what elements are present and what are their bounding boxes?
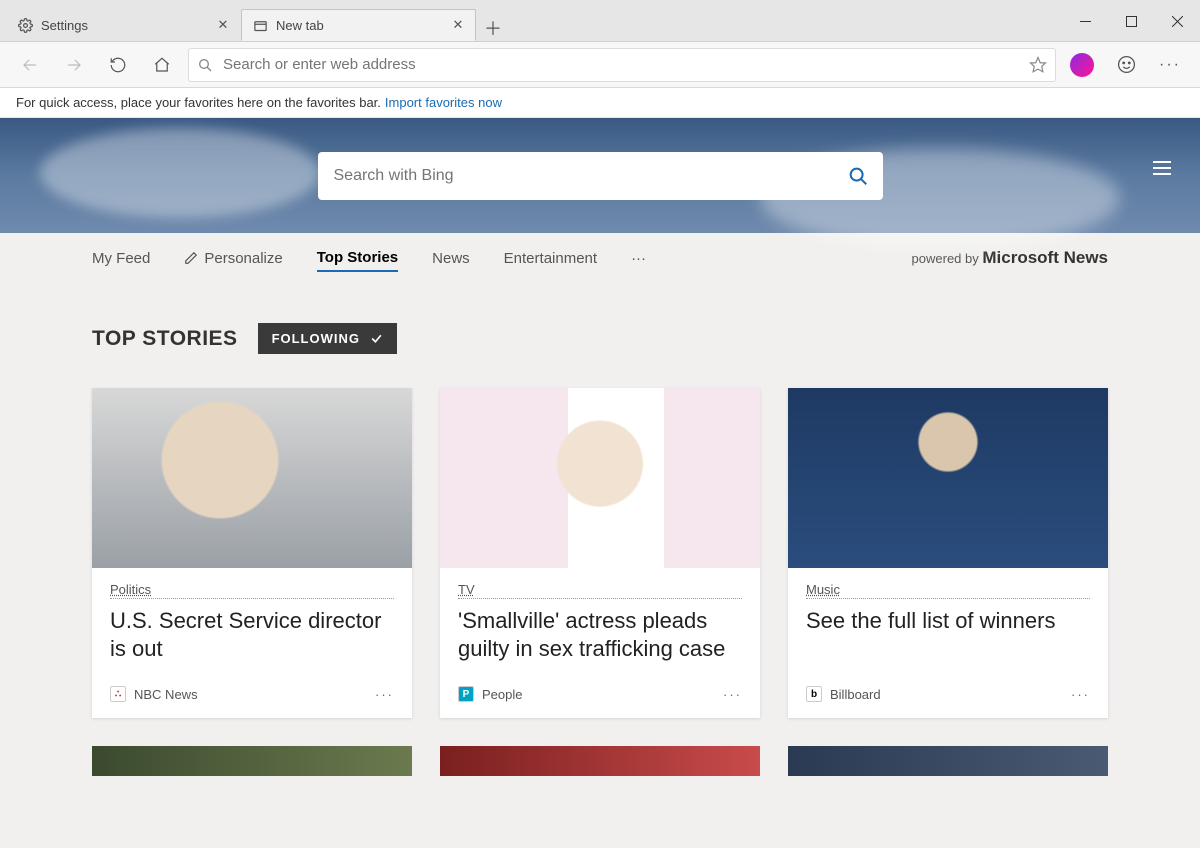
card-category[interactable]: Politics	[110, 582, 394, 599]
window-controls	[1062, 0, 1200, 41]
check-icon	[370, 332, 383, 345]
hero-menu-button[interactable]	[1150, 156, 1174, 180]
home-button[interactable]	[144, 47, 180, 83]
import-favorites-link[interactable]: Import favorites now	[385, 95, 502, 110]
card-more-button[interactable]: ···	[723, 687, 742, 702]
card-title: U.S. Secret Service director is out	[110, 607, 394, 662]
card-source: People	[482, 687, 522, 702]
card-more-button[interactable]: ···	[375, 687, 394, 702]
close-icon[interactable]: ✕	[451, 17, 465, 33]
tab-label: New tab	[276, 18, 324, 33]
nav-more[interactable]: ···	[631, 246, 646, 271]
story-card[interactable]: Politics U.S. Secret Service director is…	[92, 388, 412, 718]
maximize-button[interactable]	[1108, 0, 1154, 42]
card-more-button[interactable]: ···	[1071, 687, 1090, 702]
nav-news[interactable]: News	[432, 246, 470, 271]
nav-entertainment[interactable]: Entertainment	[504, 246, 597, 271]
following-button[interactable]: FOLLOWING	[258, 323, 397, 354]
card-peek[interactable]	[440, 746, 760, 776]
profile-button[interactable]	[1064, 47, 1100, 83]
card-source: NBC News	[134, 687, 198, 702]
card-category[interactable]: Music	[806, 582, 1090, 599]
favorites-hint-text: For quick access, place your favorites h…	[16, 95, 381, 110]
next-row-peek	[92, 746, 1108, 776]
avatar	[1070, 53, 1094, 77]
newtab-favicon	[252, 17, 268, 33]
favorites-bar-hint: For quick access, place your favorites h…	[0, 88, 1200, 118]
search-icon	[197, 57, 213, 73]
new-tab-button[interactable]: ＋	[476, 15, 510, 41]
favorite-star-icon[interactable]	[1029, 56, 1047, 74]
story-card[interactable]: Music See the full list of winners b Bil…	[788, 388, 1108, 718]
bing-search-box[interactable]	[318, 152, 883, 200]
nav-personalize[interactable]: Personalize	[184, 246, 282, 271]
settings-menu-button[interactable]: ···	[1152, 47, 1188, 83]
pencil-icon	[184, 251, 198, 265]
hero-banner	[0, 118, 1200, 233]
bing-search-input[interactable]	[332, 166, 847, 186]
source-badge-icon: b	[806, 686, 822, 702]
tab-new-tab[interactable]: New tab ✕	[241, 9, 476, 41]
powered-by-label: powered by Microsoft News	[912, 248, 1108, 268]
card-peek[interactable]	[788, 746, 1108, 776]
card-image	[92, 388, 412, 568]
story-card[interactable]: TV 'Smallville' actress pleads guilty in…	[440, 388, 760, 718]
address-input[interactable]	[221, 55, 1021, 74]
top-stories-section: TOP STORIES FOLLOWING Politics U.S. Secr…	[0, 283, 1200, 776]
search-icon[interactable]	[847, 165, 869, 187]
refresh-button[interactable]	[100, 47, 136, 83]
nav-my-feed[interactable]: My Feed	[92, 246, 150, 271]
card-source: Billboard	[830, 687, 881, 702]
tab-strip: Settings ✕ New tab ✕ ＋	[0, 0, 510, 41]
forward-button[interactable]	[56, 47, 92, 83]
minimize-button[interactable]	[1062, 0, 1108, 42]
card-image	[788, 388, 1108, 568]
close-icon[interactable]: ✕	[216, 17, 230, 33]
feedback-button[interactable]	[1108, 47, 1144, 83]
tab-label: Settings	[41, 18, 88, 33]
source-badge-icon: ∴	[110, 686, 126, 702]
back-button[interactable]	[12, 47, 48, 83]
titlebar: Settings ✕ New tab ✕ ＋	[0, 0, 1200, 42]
card-title: See the full list of winners	[806, 607, 1090, 662]
card-peek[interactable]	[92, 746, 412, 776]
toolbar: ···	[0, 42, 1200, 88]
section-title: TOP STORIES	[92, 327, 238, 351]
source-badge-icon: P	[458, 686, 474, 702]
address-bar[interactable]	[188, 48, 1056, 82]
gear-icon	[17, 17, 33, 33]
card-category[interactable]: TV	[458, 582, 742, 599]
close-window-button[interactable]	[1154, 0, 1200, 42]
card-image	[440, 388, 760, 568]
nav-top-stories[interactable]: Top Stories	[317, 245, 398, 272]
tab-settings[interactable]: Settings ✕	[6, 9, 241, 41]
card-title: 'Smallville' actress pleads guilty in se…	[458, 607, 742, 662]
